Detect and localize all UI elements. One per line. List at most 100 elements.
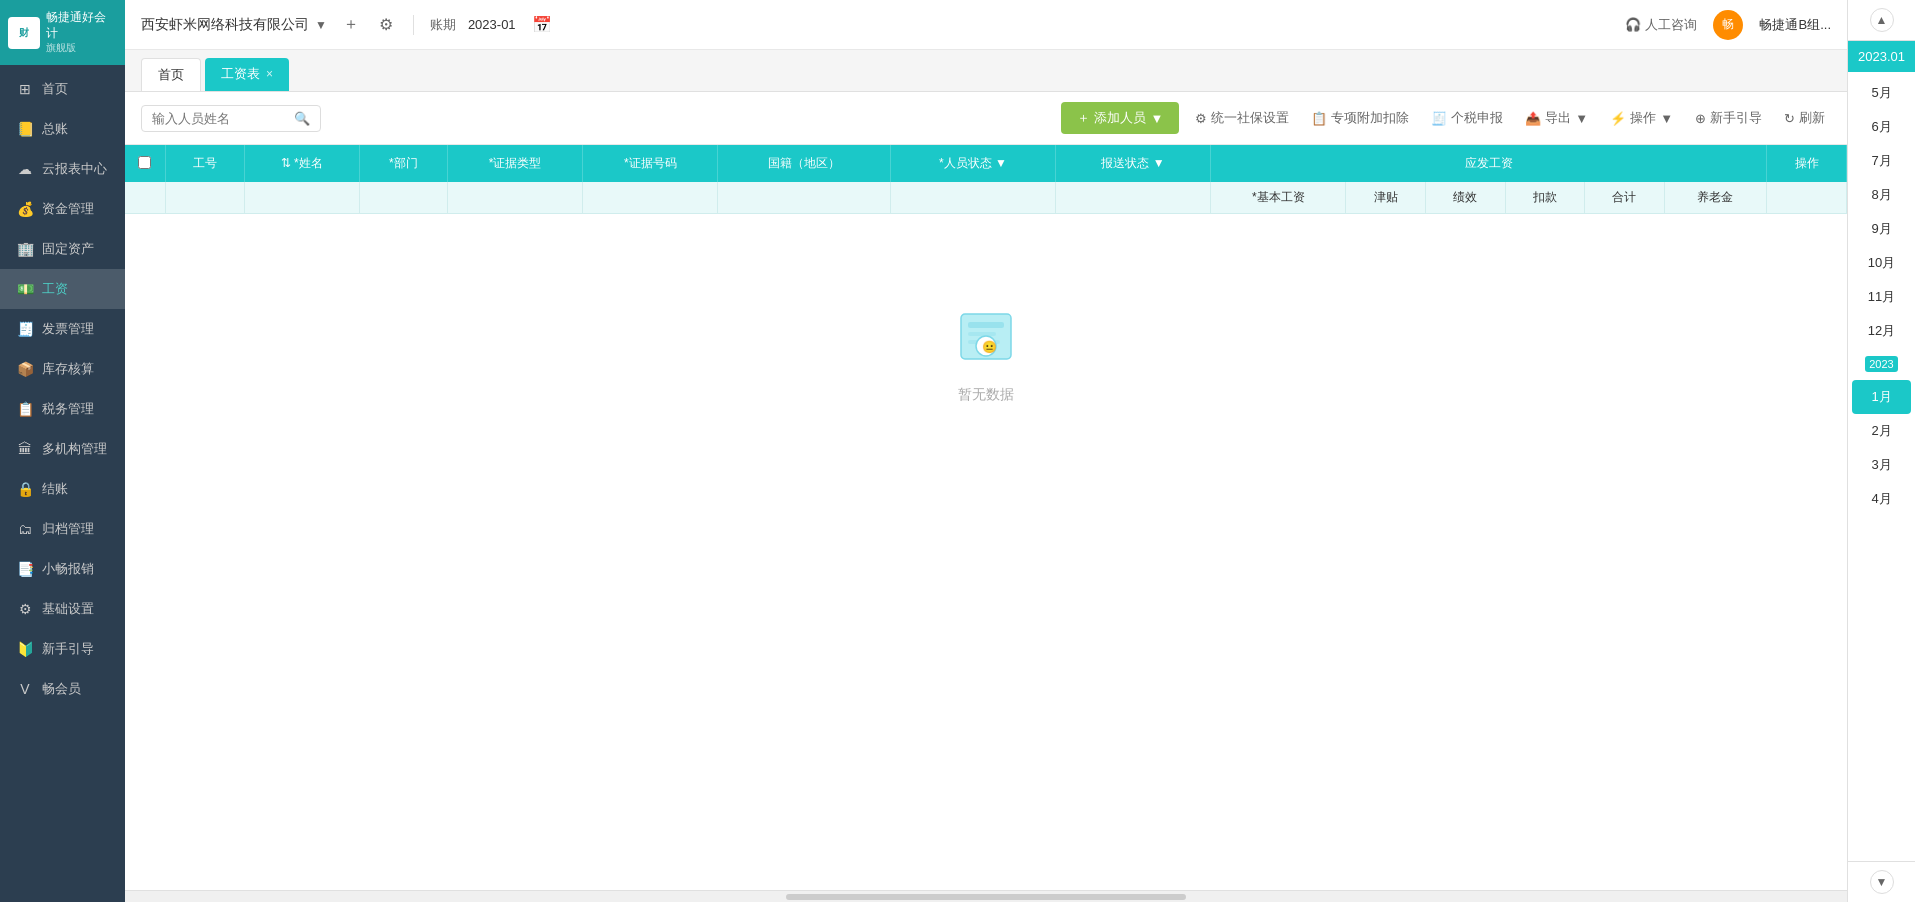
sidebar-label-archive: 归档管理 xyxy=(42,520,94,538)
company-selector[interactable]: 西安虾米网络科技有限公司 ▼ xyxy=(141,16,327,34)
refresh-btn[interactable]: ↻ 刷新 xyxy=(1778,105,1831,131)
operations-btn[interactable]: ⚡ 操作 ▼ xyxy=(1604,105,1679,131)
th-salary-group: 应发工资 xyxy=(1211,145,1767,182)
tax-icon: 📋 xyxy=(16,401,34,417)
sidebar-label-expense: 小畅报销 xyxy=(42,560,94,578)
main-area: 西安虾米网络科技有限公司 ▼ ＋ ⚙ 账期 2023-01 📅 🎧 人工咨询 畅… xyxy=(125,0,1847,902)
th-dept: *部门 xyxy=(359,145,448,182)
user-avatar: 畅 xyxy=(1713,10,1743,40)
month-item-6月[interactable]: 6月 xyxy=(1848,110,1915,144)
month-item-8月[interactable]: 8月 xyxy=(1848,178,1915,212)
svg-rect-1 xyxy=(968,322,1004,328)
month-item-12月[interactable]: 12月 xyxy=(1848,314,1915,348)
month-item-4月[interactable]: 4月 xyxy=(1848,482,1915,516)
headset-icon: 🎧 xyxy=(1625,17,1641,32)
month-item-2月[interactable]: 2月 xyxy=(1848,414,1915,448)
sidebar-item-salary[interactable]: 💵 工资 xyxy=(0,269,125,309)
add-company-btn[interactable]: ＋ xyxy=(339,10,363,39)
add-dropdown-icon: ▼ xyxy=(1150,111,1163,126)
sidebar-item-guide[interactable]: 🔰 新手引导 xyxy=(0,629,125,669)
svg-text:😐: 😐 xyxy=(982,339,997,354)
sub-empty-1 xyxy=(125,182,165,214)
sidebar-item-cloud_report[interactable]: ☁ 云报表中心 xyxy=(0,149,125,189)
export-btn[interactable]: 📤 导出 ▼ xyxy=(1519,105,1594,131)
month-item-3月[interactable]: 3月 xyxy=(1848,448,1915,482)
sidebar-item-fund[interactable]: 💰 资金管理 xyxy=(0,189,125,229)
user-name[interactable]: 畅捷通B组... xyxy=(1759,16,1831,34)
th-id-no: *证据号码 xyxy=(583,145,718,182)
month-item-11月[interactable]: 11月 xyxy=(1848,280,1915,314)
sidebar-label-ledger: 总账 xyxy=(42,120,68,138)
sidebar-item-ledger[interactable]: 📒 总账 xyxy=(0,109,125,149)
scroll-indicator xyxy=(125,890,1847,902)
sidebar-item-home[interactable]: ⊞ 首页 xyxy=(0,69,125,109)
sidebar-item-settings[interactable]: ⚙ 基础设置 xyxy=(0,589,125,629)
inventory-icon: 📦 xyxy=(16,361,34,377)
special-deduction-btn[interactable]: 📋 专项附加扣除 xyxy=(1305,105,1415,131)
month-list: 5月6月7月8月9月10月11月12月 2023 1月2月3月4月 xyxy=(1848,72,1915,861)
export-icon: 📤 xyxy=(1525,111,1541,126)
sidebar-item-tax[interactable]: 📋 税务管理 xyxy=(0,389,125,429)
sidebar-item-assets[interactable]: 🏢 固定资产 xyxy=(0,229,125,269)
th-name[interactable]: ⇅ *姓名 xyxy=(245,145,359,182)
tax-icon: 🧾 xyxy=(1431,111,1447,126)
th-status[interactable]: *人员状态 ▼ xyxy=(891,145,1056,182)
sidebar-item-archive[interactable]: 🗂 归档管理 xyxy=(0,509,125,549)
guide-btn[interactable]: ⊕ 新手引导 xyxy=(1689,105,1768,131)
calendar-icon[interactable]: 📅 xyxy=(528,11,556,38)
scroll-bar[interactable] xyxy=(786,894,1186,900)
sub-empty-8 xyxy=(891,182,1056,214)
sub-empty-9 xyxy=(1055,182,1211,214)
social-security-btn[interactable]: ⚙ 统一社保设置 xyxy=(1189,105,1295,131)
sidebar-label-assets: 固定资产 xyxy=(42,240,94,258)
sidebar-label-tax: 税务管理 xyxy=(42,400,94,418)
th-id: 工号 xyxy=(165,145,245,182)
tab-close-salary[interactable]: × xyxy=(266,67,273,81)
month-item-9月[interactable]: 9月 xyxy=(1848,212,1915,246)
sidebar-item-close[interactable]: 🔒 结账 xyxy=(0,469,125,509)
month-item-1月[interactable]: 1月 xyxy=(1852,380,1911,414)
tab-salary[interactable]: 工资表× xyxy=(205,58,289,91)
month-item-7月[interactable]: 7月 xyxy=(1848,144,1915,178)
search-box[interactable]: 🔍 xyxy=(141,105,321,132)
th-report-status[interactable]: 报送状态 ▼ xyxy=(1055,145,1211,182)
year-badge: 2023 xyxy=(1865,356,1897,372)
sidebar: 财 畅捷通好会计 旗舰版 ⊞ 首页📒 总账☁ 云报表中心💰 资金管理🏢 固定资产… xyxy=(0,0,125,902)
sub-empty-3 xyxy=(245,182,359,214)
panel-up-arrow[interactable]: ▲ xyxy=(1870,8,1894,32)
close-icon: 🔒 xyxy=(16,481,34,497)
cloud_report-icon: ☁ xyxy=(16,161,34,177)
home-icon: ⊞ xyxy=(16,81,34,97)
salary-icon: 💵 xyxy=(16,281,34,297)
select-all-checkbox[interactable] xyxy=(138,156,151,169)
sub-empty-2 xyxy=(165,182,245,214)
service-label: 人工咨询 xyxy=(1645,16,1697,34)
search-input[interactable] xyxy=(152,111,288,126)
add-person-btn[interactable]: ＋ 添加人员 ▼ xyxy=(1061,102,1179,134)
month-item-10月[interactable]: 10月 xyxy=(1848,246,1915,280)
sidebar-label-home: 首页 xyxy=(42,80,68,98)
sidebar-item-invoice[interactable]: 🧾 发票管理 xyxy=(0,309,125,349)
sidebar-label-cloud_report: 云报表中心 xyxy=(42,160,107,178)
tab-home[interactable]: 首页 xyxy=(141,58,201,91)
right-date-panel: ▲ 2023.01 5月6月7月8月9月10月11月12月20231月2月3月4… xyxy=(1847,0,1915,902)
sidebar-nav: ⊞ 首页📒 总账☁ 云报表中心💰 资金管理🏢 固定资产💵 工资🧾 发票管理📦 库… xyxy=(0,65,125,902)
sidebar-item-inventory[interactable]: 📦 库存核算 xyxy=(0,349,125,389)
sidebar-item-multi_org[interactable]: 🏛 多机构管理 xyxy=(0,429,125,469)
sidebar-item-expense[interactable]: 📑 小畅报销 xyxy=(0,549,125,589)
settings-icon[interactable]: ⚙ xyxy=(375,11,397,38)
sidebar-item-member[interactable]: V 畅会员 xyxy=(0,669,125,709)
sub-empty-6 xyxy=(583,182,718,214)
tax-report-btn[interactable]: 🧾 个税申报 xyxy=(1425,105,1509,131)
month-item-5月[interactable]: 5月 xyxy=(1848,76,1915,110)
social-icon: ⚙ xyxy=(1195,111,1207,126)
th-actions: 操作 xyxy=(1767,145,1847,182)
service-btn[interactable]: 🎧 人工咨询 xyxy=(1625,16,1697,34)
sub-deduction: 扣款 xyxy=(1505,182,1585,214)
sub-empty-5 xyxy=(448,182,583,214)
empty-state: 😐 暂无数据 xyxy=(125,214,1847,484)
panel-down-arrow[interactable]: ▼ xyxy=(1870,870,1894,894)
ledger-icon: 📒 xyxy=(16,121,34,137)
top-header: 西安虾米网络科技有限公司 ▼ ＋ ⚙ 账期 2023-01 📅 🎧 人工咨询 畅… xyxy=(125,0,1847,50)
company-dropdown-arrow: ▼ xyxy=(315,18,327,32)
